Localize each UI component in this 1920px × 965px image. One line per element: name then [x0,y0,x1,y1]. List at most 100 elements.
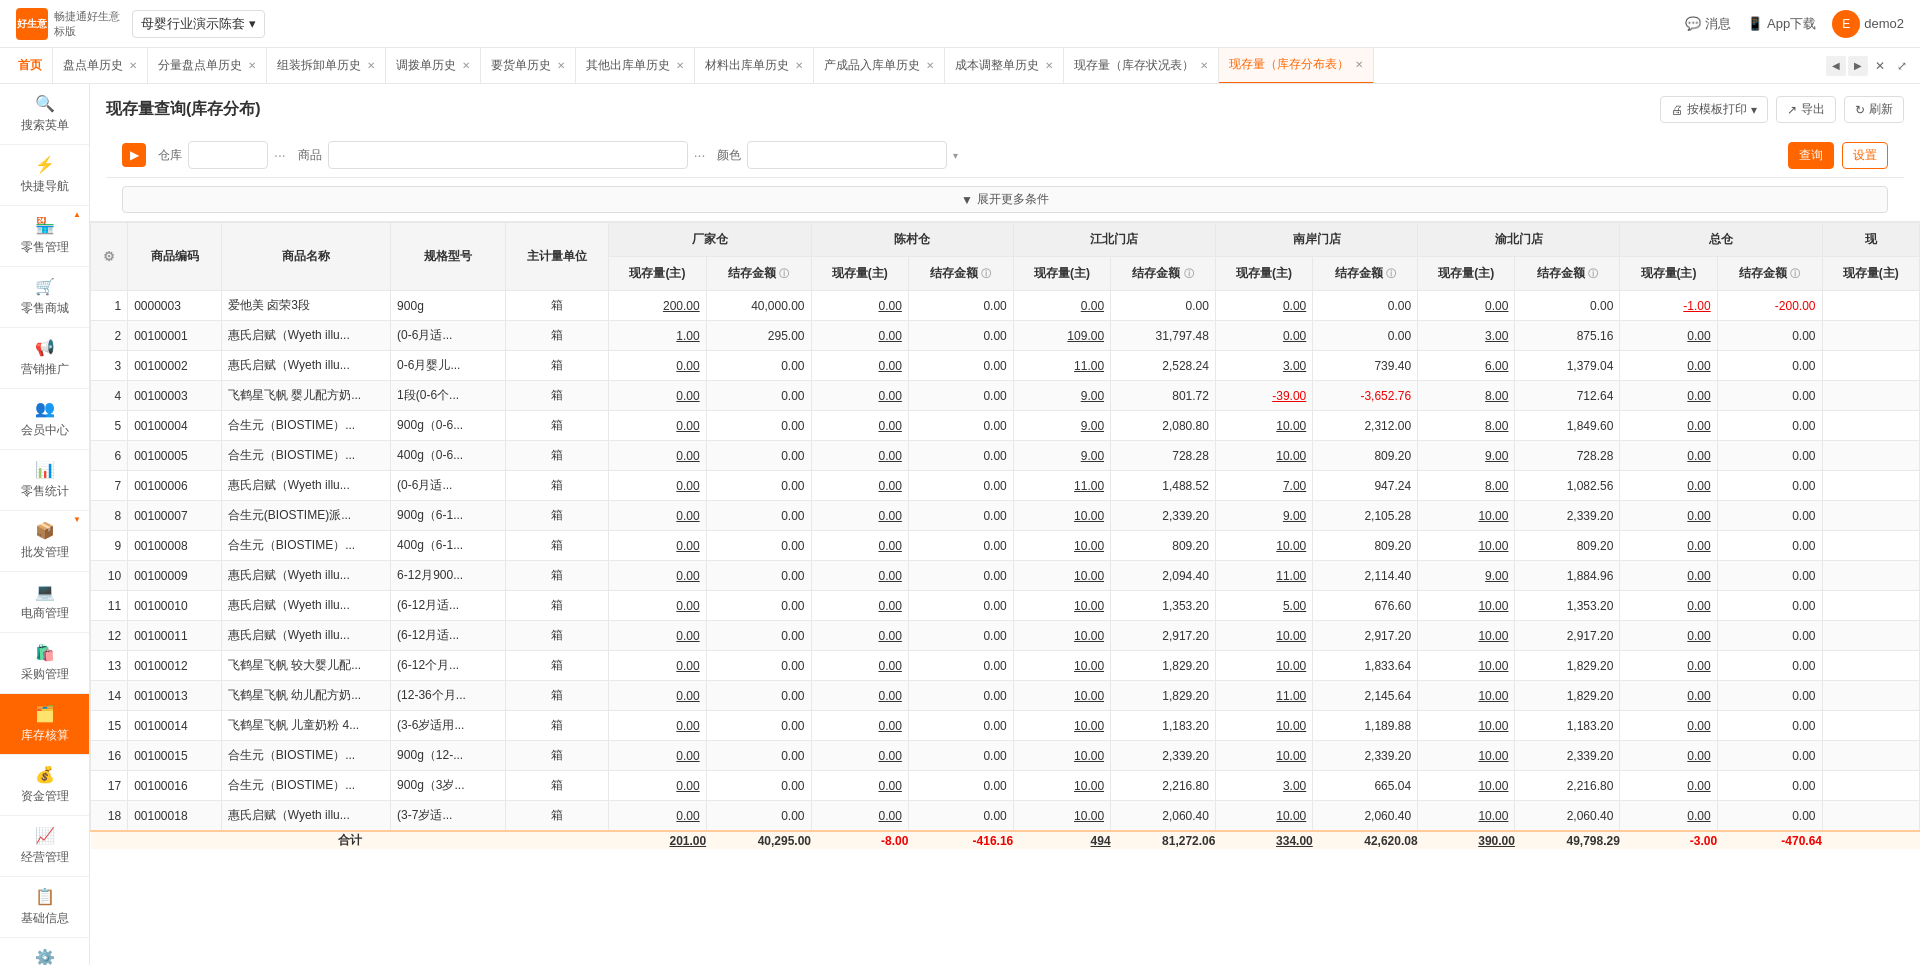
cell-total-qty[interactable]: 0.00 [1620,351,1717,381]
tab-close-inventory[interactable]: ✕ [129,60,137,71]
sidebar-item-system[interactable]: ⚙️ 系统管理 [0,938,89,965]
cell-total-qty[interactable]: 0.00 [1620,771,1717,801]
footer-total-qty[interactable]: -3.00 [1620,831,1717,849]
cell-chencun-qty[interactable]: 0.00 [811,681,908,711]
cell-nanan-qty[interactable]: 10.00 [1215,411,1312,441]
cell-jiangbei-qty[interactable]: 10.00 [1013,591,1110,621]
tab-close-product[interactable]: ✕ [926,60,934,71]
tab-transfer[interactable]: 调拨单历史 ✕ [386,48,481,84]
cell-yubei-qty[interactable]: 10.00 [1418,741,1515,771]
th-gear[interactable]: ⚙ [91,223,128,291]
cell-factory-qty[interactable]: 0.00 [609,351,706,381]
warehouse-input[interactable] [188,141,268,169]
cell-jiangbei-qty[interactable]: 11.00 [1013,351,1110,381]
cell-factory-qty[interactable]: 0.00 [609,651,706,681]
tab-product-in[interactable]: 产成品入库单历史 ✕ [814,48,945,84]
cell-total-qty[interactable]: 0.00 [1620,531,1717,561]
cell-yubei-qty[interactable]: 10.00 [1418,711,1515,741]
cell-jiangbei-qty[interactable]: 10.00 [1013,681,1110,711]
cell-jiangbei-qty[interactable]: 10.00 [1013,801,1110,832]
cell-chencun-qty[interactable]: 0.00 [811,351,908,381]
cell-nanan-qty[interactable]: 10.00 [1215,441,1312,471]
sidebar-item-retail-mgmt[interactable]: 🏪 零售管理 ▲ [0,206,89,267]
cell-yubei-qty[interactable]: 9.00 [1418,561,1515,591]
tab-close-quantity[interactable]: ✕ [248,60,256,71]
cell-factory-qty[interactable]: 1.00 [609,321,706,351]
cell-factory-qty[interactable]: 0.00 [609,501,706,531]
cell-total-qty[interactable]: 0.00 [1620,591,1717,621]
cell-nanan-qty[interactable]: 10.00 [1215,711,1312,741]
sidebar-item-retail-mall[interactable]: 🛒 零售商城 [0,267,89,328]
nav-close-all[interactable]: ✕ [1870,56,1890,76]
cell-yubei-qty[interactable]: 9.00 [1418,441,1515,471]
cell-nanan-qty[interactable]: 3.00 [1215,351,1312,381]
cell-total-qty[interactable]: 0.00 [1620,471,1717,501]
cell-nanan-qty[interactable]: 3.00 [1215,771,1312,801]
color-input[interactable] [747,141,947,169]
cell-factory-qty[interactable]: 0.00 [609,741,706,771]
export-button[interactable]: ↗ 导出 [1776,96,1836,123]
cell-yubei-qty[interactable]: 10.00 [1418,681,1515,711]
tab-outbound[interactable]: 其他出库单历史 ✕ [576,48,695,84]
cell-jiangbei-qty[interactable]: 11.00 [1013,471,1110,501]
cell-factory-qty[interactable]: 0.00 [609,681,706,711]
cell-yubei-qty[interactable]: 8.00 [1418,471,1515,501]
cell-nanan-qty[interactable]: 0.00 [1215,291,1312,321]
nav-next[interactable]: ▶ [1848,56,1868,76]
print-button[interactable]: 🖨 按模板打印 ▾ [1660,96,1768,123]
cell-nanan-qty[interactable]: 11.00 [1215,561,1312,591]
footer-factory-qty[interactable]: 201.00 [609,831,706,849]
sidebar-item-ops[interactable]: 📈 经营管理 [0,816,89,877]
cell-chencun-qty[interactable]: 0.00 [811,591,908,621]
tab-stock-dist[interactable]: 现存量（库存分布表） ✕ [1219,48,1374,84]
cell-nanan-qty[interactable]: 5.00 [1215,591,1312,621]
cell-factory-qty[interactable]: 0.00 [609,471,706,501]
cell-factory-qty[interactable]: 0.00 [609,591,706,621]
cell-jiangbei-qty[interactable]: 10.00 [1013,741,1110,771]
cell-factory-qty[interactable]: 0.00 [609,531,706,561]
cell-yubei-qty[interactable]: 8.00 [1418,381,1515,411]
tab-material-out[interactable]: 材料出库单历史 ✕ [695,48,814,84]
footer-chencun-qty[interactable]: -8.00 [811,831,908,849]
cell-nanan-qty[interactable]: 0.00 [1215,321,1312,351]
cell-total-qty[interactable]: 0.00 [1620,411,1717,441]
cell-yubei-qty[interactable]: 10.00 [1418,591,1515,621]
sidebar-item-purchase[interactable]: 🛍️ 采购管理 [0,633,89,694]
cell-total-qty[interactable]: 0.00 [1620,681,1717,711]
tab-close-assembly[interactable]: ✕ [367,60,375,71]
cell-factory-qty[interactable]: 200.00 [609,291,706,321]
cell-factory-qty[interactable]: 0.00 [609,711,706,741]
cell-total-qty[interactable]: -1.00 [1620,291,1717,321]
cell-chencun-qty[interactable]: 0.00 [811,441,908,471]
store-selector[interactable]: 母婴行业演示陈套 ▾ [132,10,265,38]
tab-order[interactable]: 要货单历史 ✕ [481,48,576,84]
footer-nanan-qty[interactable]: 334.00 [1215,831,1312,849]
nav-expand[interactable]: ⤢ [1892,56,1912,76]
tab-stock-status[interactable]: 现存量（库存状况表） ✕ [1064,48,1219,84]
tab-close-material[interactable]: ✕ [795,60,803,71]
tab-assembly[interactable]: 组装拆卸单历史 ✕ [267,48,386,84]
cell-yubei-qty[interactable]: 3.00 [1418,321,1515,351]
nav-prev[interactable]: ◀ [1826,56,1846,76]
query-button[interactable]: 查询 [1788,142,1834,169]
cell-factory-qty[interactable]: 0.00 [609,621,706,651]
cell-chencun-qty[interactable]: 0.00 [811,501,908,531]
cell-chencun-qty[interactable]: 0.00 [811,531,908,561]
cell-yubei-qty[interactable]: 8.00 [1418,411,1515,441]
cell-jiangbei-qty[interactable]: 9.00 [1013,411,1110,441]
cell-jiangbei-qty[interactable]: 10.00 [1013,651,1110,681]
cell-total-qty[interactable]: 0.00 [1620,501,1717,531]
tab-close-stock-dist[interactable]: ✕ [1355,59,1363,70]
cell-total-qty[interactable]: 0.00 [1620,321,1717,351]
cell-jiangbei-qty[interactable]: 10.00 [1013,531,1110,561]
expand-conditions-btn[interactable]: ▼ 展开更多条件 [122,186,1888,213]
product-dots[interactable]: ··· [694,147,706,163]
cell-chencun-qty[interactable]: 0.00 [811,321,908,351]
cell-chencun-qty[interactable]: 0.00 [811,381,908,411]
refresh-button[interactable]: ↻ 刷新 [1844,96,1904,123]
cell-jiangbei-qty[interactable]: 109.00 [1013,321,1110,351]
cell-yubei-qty[interactable]: 0.00 [1418,291,1515,321]
footer-yubei-qty[interactable]: 390.00 [1418,831,1515,849]
cell-chencun-qty[interactable]: 0.00 [811,411,908,441]
sidebar-item-base[interactable]: 📋 基础信息 [0,877,89,938]
